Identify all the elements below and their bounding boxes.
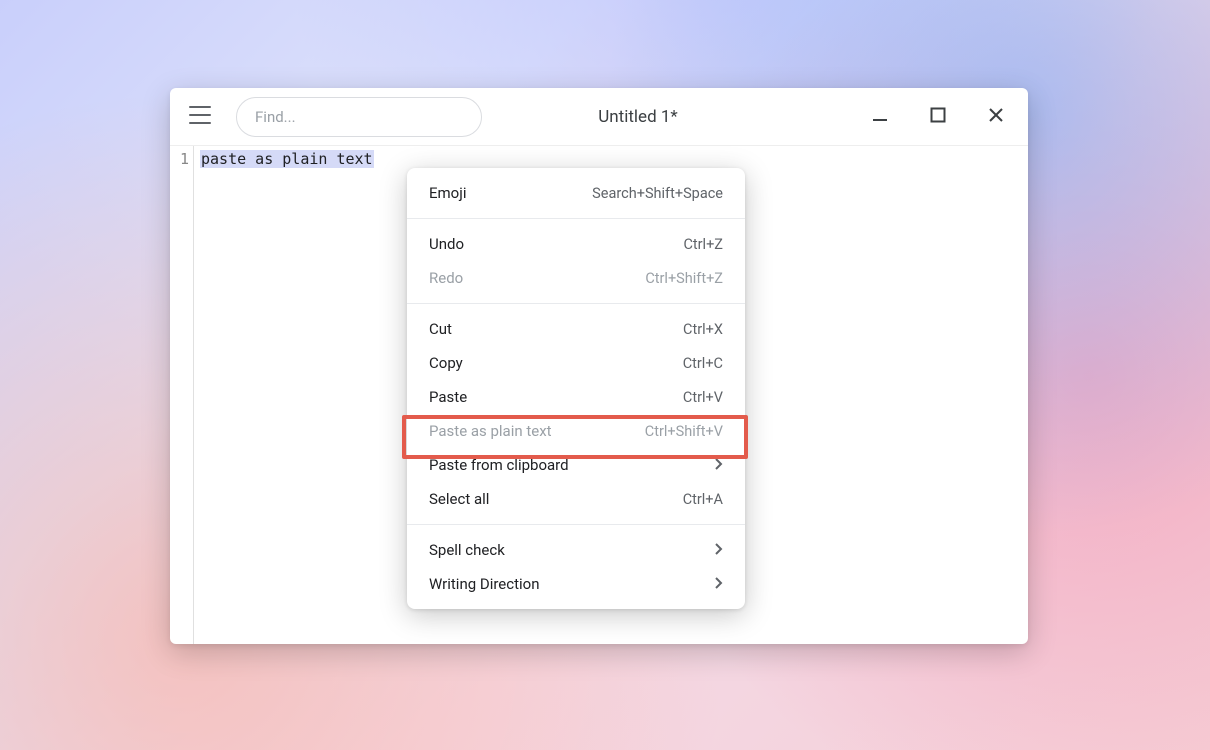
menu-item-label: Select all (429, 490, 683, 508)
minimize-icon (872, 107, 888, 127)
menu-separator (407, 524, 745, 525)
menu-item-spell-check[interactable]: Spell check (407, 533, 745, 567)
chevron-right-icon (715, 575, 723, 593)
menu-item-redo: RedoCtrl+Shift+Z (407, 261, 745, 295)
menu-item-label: Paste from clipboard (429, 456, 715, 474)
menu-item-label: Paste as plain text (429, 422, 645, 440)
menu-item-writing-direction[interactable]: Writing Direction (407, 567, 745, 601)
menu-item-label: Redo (429, 269, 645, 287)
context-menu: EmojiSearch+Shift+SpaceUndoCtrl+ZRedoCtr… (407, 168, 745, 609)
menu-item-shortcut: Ctrl+A (683, 491, 723, 508)
menu-item-label: Spell check (429, 541, 715, 559)
search-placeholder: Find... (255, 108, 296, 126)
maximize-icon (930, 107, 946, 127)
window-controls (864, 101, 1012, 133)
chevron-right-icon (715, 456, 723, 474)
menu-separator (407, 303, 745, 304)
menu-separator (407, 218, 745, 219)
editor-content[interactable]: paste as plain text (194, 146, 374, 644)
titlebar: Find... Untitled 1* (170, 88, 1028, 146)
menu-item-label: Copy (429, 354, 683, 372)
menu-item-select-all[interactable]: Select allCtrl+A (407, 482, 745, 516)
menu-item-label: Cut (429, 320, 683, 338)
menu-item-paste-clipboard[interactable]: Paste from clipboard (407, 448, 745, 482)
menu-item-shortcut: Ctrl+V (683, 389, 723, 406)
menu-item-shortcut: Ctrl+X (683, 321, 723, 338)
menu-item-cut[interactable]: CutCtrl+X (407, 312, 745, 346)
close-icon (988, 107, 1004, 127)
maximize-button[interactable] (922, 101, 954, 133)
menu-item-paste-plain: Paste as plain textCtrl+Shift+V (407, 414, 745, 448)
hamburger-icon (189, 106, 211, 128)
menu-item-shortcut: Search+Shift+Space (592, 185, 723, 202)
menu-item-label: Undo (429, 235, 683, 253)
menu-item-shortcut: Ctrl+Z (683, 236, 723, 253)
menu-item-label: Paste (429, 388, 683, 406)
menu-item-shortcut: Ctrl+Shift+V (645, 423, 723, 440)
menu-item-shortcut: Ctrl+Shift+Z (645, 270, 723, 287)
menu-item-label: Writing Direction (429, 575, 715, 593)
minimize-button[interactable] (864, 101, 896, 133)
menu-item-copy[interactable]: CopyCtrl+C (407, 346, 745, 380)
selected-text[interactable]: paste as plain text (200, 150, 374, 168)
menu-button[interactable] (178, 95, 222, 139)
menu-item-emoji[interactable]: EmojiSearch+Shift+Space (407, 176, 745, 210)
menu-item-paste[interactable]: PasteCtrl+V (407, 380, 745, 414)
desktop-wallpaper: Find... Untitled 1* (0, 0, 1210, 750)
menu-item-undo[interactable]: UndoCtrl+Z (407, 227, 745, 261)
line-number: 1 (170, 148, 189, 170)
line-number-gutter: 1 (170, 146, 194, 644)
menu-item-shortcut: Ctrl+C (683, 355, 723, 372)
chevron-right-icon (715, 541, 723, 559)
close-button[interactable] (980, 101, 1012, 133)
menu-item-label: Emoji (429, 184, 592, 202)
window-title: Untitled 1* (432, 107, 844, 127)
